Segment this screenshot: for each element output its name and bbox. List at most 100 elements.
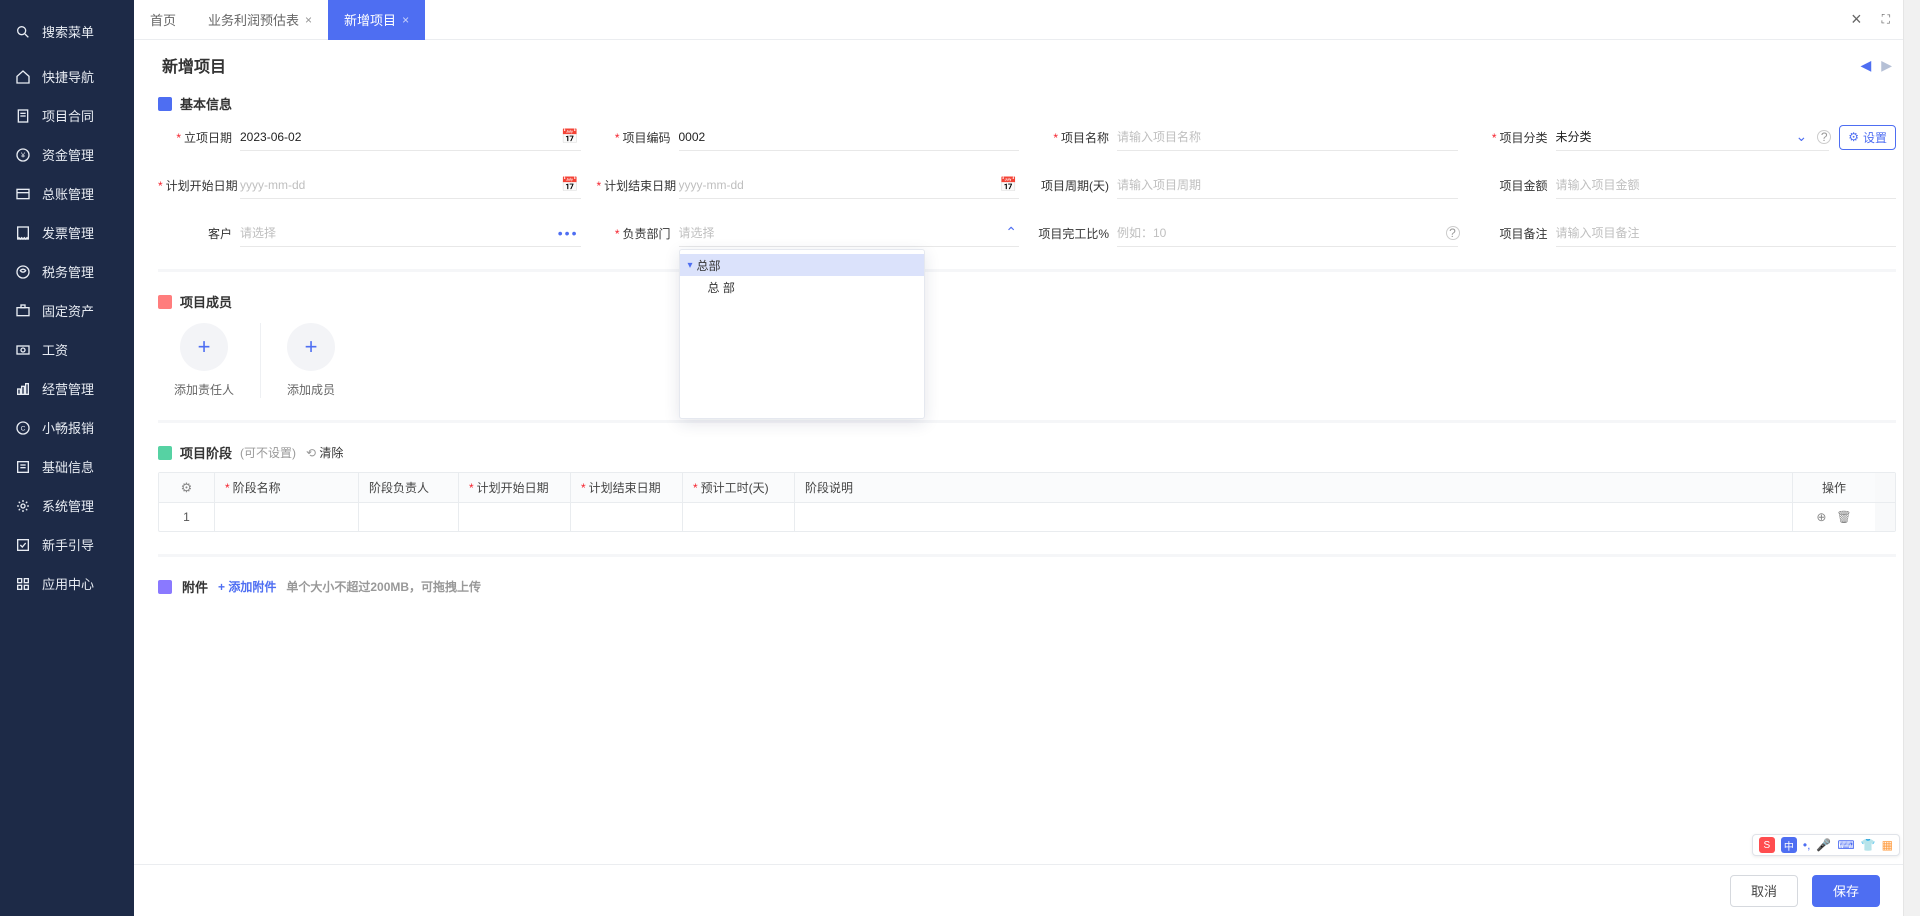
ime-skin-icon[interactable]: 👕 — [1861, 838, 1876, 852]
section-icon — [158, 446, 172, 460]
add-member: + 添加成员 — [287, 323, 335, 398]
sidebar-item-contract[interactable]: 项目合同 — [0, 96, 134, 135]
sidebar-item-fund[interactable]: ¥ 资金管理 — [0, 135, 134, 174]
col-hours: 预计工时(天) — [693, 479, 769, 496]
help-icon[interactable]: ? — [1446, 226, 1460, 240]
invoice-icon — [14, 224, 32, 242]
done-pct-input[interactable] — [1117, 226, 1458, 240]
chevron-down-icon[interactable]: ⌄ — [1795, 128, 1807, 145]
main: 首页 业务利润预估表× 新增项目× × ⛶ 新增项目 ◀ ▶ 基本信息 立项日期… — [134, 0, 1920, 916]
close-icon[interactable]: × — [402, 13, 409, 27]
label-amount: 项目金额 — [1474, 177, 1556, 194]
footer: 取消 保存 — [134, 864, 1920, 916]
dropdown-label: 总 部 — [708, 279, 735, 296]
plan-end-input[interactable] — [679, 178, 1020, 192]
guide-icon — [14, 536, 32, 554]
sidebar-item-label: 快捷导航 — [42, 67, 94, 86]
ime-zh-icon[interactable]: 中 — [1781, 837, 1797, 853]
settings-icon[interactable] — [14, 882, 54, 904]
search-icon — [14, 23, 32, 41]
cell-hours[interactable] — [683, 503, 795, 531]
proj-cat-select[interactable] — [1556, 130, 1808, 144]
period-input[interactable] — [1117, 178, 1458, 192]
calendar-icon[interactable]: 📅 — [561, 128, 578, 145]
apps-icon — [14, 575, 32, 593]
cell-start[interactable] — [459, 503, 571, 531]
gear-icon[interactable]: ⚙ — [181, 480, 193, 496]
plan-start-input[interactable] — [240, 178, 581, 192]
close-all-icon[interactable]: × — [1847, 5, 1866, 34]
sidebar-item-salary[interactable]: 工资 — [0, 330, 134, 369]
customer-select[interactable] — [240, 226, 581, 240]
cell-desc[interactable] — [795, 503, 1793, 531]
label-period: 项目周期(天) — [1035, 177, 1117, 194]
cell-name[interactable] — [215, 503, 359, 531]
ime-keyboard-icon[interactable]: ⌨ — [1837, 838, 1854, 852]
sidebar-item-label: 经营管理 — [42, 379, 94, 398]
stage-optional-hint: (可不设置) — [240, 444, 296, 461]
add-row-icon[interactable]: ⊕ — [1816, 510, 1826, 524]
ime-punct-icon[interactable]: •, — [1803, 838, 1811, 852]
dropdown-item-child[interactable]: 总 部 — [680, 276, 924, 298]
scrollbar-rail[interactable] — [1903, 0, 1920, 916]
sidebar-item-system[interactable]: 系统管理 — [0, 486, 134, 525]
add-member-button[interactable]: + — [287, 323, 335, 371]
ime-grid-icon[interactable]: ▦ — [1882, 838, 1893, 852]
proj-name-input[interactable] — [1117, 130, 1458, 144]
dept-select[interactable] — [679, 226, 1020, 240]
ime-s-icon[interactable]: S — [1759, 837, 1775, 853]
sidebar-item-guide[interactable]: 新手引导 — [0, 525, 134, 564]
close-icon[interactable]: × — [305, 13, 312, 27]
collapse-icon[interactable] — [80, 882, 120, 904]
chevron-up-icon[interactable]: ⌃ — [1005, 224, 1017, 241]
proj-code-input[interactable] — [679, 130, 1020, 144]
amount-input[interactable] — [1556, 178, 1897, 192]
save-button[interactable]: 保存 — [1812, 875, 1880, 907]
sidebar-item-apps[interactable]: 应用中心 — [0, 564, 134, 603]
dropdown-item-root[interactable]: ▾总部 — [680, 254, 924, 276]
money-icon: ¥ — [14, 146, 32, 164]
sidebar-item-label: 资金管理 — [42, 145, 94, 164]
help-icon[interactable]: ? — [1817, 130, 1831, 144]
next-icon[interactable]: ▶ — [1881, 57, 1892, 74]
section-icon — [158, 580, 172, 594]
delete-row-icon[interactable]: 🗑 — [1836, 510, 1851, 524]
add-owner-button[interactable]: + — [180, 323, 228, 371]
clear-icon: ⟲ — [306, 446, 319, 460]
tab-label: 首页 — [150, 10, 176, 29]
more-icon[interactable]: ••• — [558, 225, 579, 241]
attach-hint: 单个大小不超过200MB，可拖拽上传 — [286, 578, 481, 595]
calendar-icon[interactable]: 📅 — [1000, 176, 1017, 193]
cell-end[interactable] — [571, 503, 683, 531]
label-proj-cat: 项目分类 — [1474, 129, 1556, 146]
tab-home[interactable]: 首页 — [134, 0, 192, 40]
label-proj-name: 项目名称 — [1035, 129, 1117, 146]
proj-date-input[interactable] — [240, 130, 581, 144]
sidebar-item-operation[interactable]: 经营管理 — [0, 369, 134, 408]
clear-stages-button[interactable]: ⟲ 清除 — [306, 444, 343, 461]
calendar-icon[interactable]: 📅 — [561, 176, 578, 193]
prev-icon[interactable]: ◀ — [1860, 57, 1871, 74]
ime-mic-icon[interactable]: 🎤 — [1816, 838, 1831, 852]
sidebar-item-ledger[interactable]: 总账管理 — [0, 174, 134, 213]
table-row: 1 ⊕ 🗑 — [159, 503, 1895, 531]
section-members: 项目成员 + 添加责任人 + 添加成员 — [158, 288, 1896, 423]
sidebar-item-asset[interactable]: 固定资产 — [0, 291, 134, 330]
dropdown-label: 总部 — [697, 257, 721, 274]
sidebar-item-expense[interactable]: C小畅报销 — [0, 408, 134, 447]
sidebar-item-quicknav[interactable]: 快捷导航 — [0, 57, 134, 96]
settings-button[interactable]: ⚙设置 — [1839, 125, 1896, 150]
scrollbar[interactable] — [1875, 503, 1895, 531]
sidebar-search[interactable]: 搜索菜单 — [0, 12, 134, 51]
cancel-button[interactable]: 取消 — [1730, 875, 1798, 907]
sidebar-item-invoice[interactable]: 发票管理 — [0, 213, 134, 252]
sidebar-item-tax[interactable]: 税务管理 — [0, 252, 134, 291]
remark-input[interactable] — [1556, 226, 1897, 240]
tab-newproject[interactable]: 新增项目× — [328, 0, 425, 40]
tab-profit[interactable]: 业务利润预估表× — [192, 0, 328, 40]
col-start: 计划开始日期 — [469, 479, 549, 496]
fullscreen-icon[interactable]: ⛶ — [1878, 8, 1894, 31]
add-attachment-button[interactable]: + 添加附件 — [218, 578, 276, 595]
sidebar-item-baseinfo[interactable]: 基础信息 — [0, 447, 134, 486]
cell-owner[interactable] — [359, 503, 459, 531]
